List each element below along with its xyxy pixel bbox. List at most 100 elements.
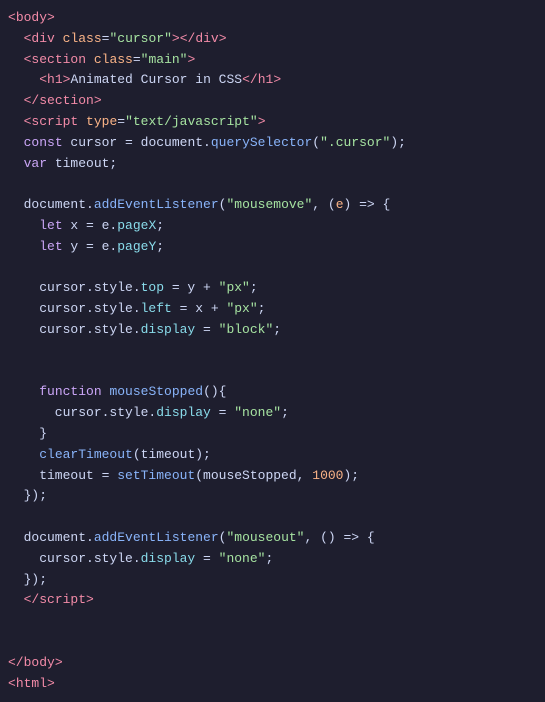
- code-line: </section>: [0, 91, 545, 112]
- code-token: [8, 154, 24, 175]
- code-line: [0, 258, 545, 279]
- code-token: [8, 590, 24, 611]
- code-token: =: [195, 549, 218, 570]
- code-line: [0, 611, 545, 632]
- code-token: h1: [47, 70, 63, 91]
- code-line: function mouseStopped(){: [0, 382, 545, 403]
- code-token: "text/javascript": [125, 112, 258, 133]
- code-token: cursor.style.: [8, 278, 141, 299]
- code-token: html: [16, 674, 47, 695]
- code-token: ;: [265, 549, 273, 570]
- code-token: cursor.style.: [8, 299, 141, 320]
- code-line: cursor.style.display = "none";: [0, 403, 545, 424]
- code-token: [8, 133, 24, 154]
- code-token: "block": [219, 320, 274, 341]
- code-line: const cursor = document.querySelector(".…: [0, 133, 545, 154]
- code-token: [8, 91, 24, 112]
- code-token: ;: [156, 216, 164, 237]
- code-line: <section class="main">: [0, 50, 545, 71]
- code-token: [8, 50, 24, 71]
- code-token: section: [31, 50, 86, 71]
- code-token: timeout;: [47, 154, 117, 175]
- code-token: >: [94, 91, 102, 112]
- code-token: <: [24, 29, 32, 50]
- code-token: body: [24, 653, 55, 674]
- code-token: >: [63, 70, 71, 91]
- code-line: cursor.style.left = x + "px";: [0, 299, 545, 320]
- code-token: querySelector: [211, 133, 312, 154]
- code-token: ;: [156, 237, 164, 258]
- code-token: ;: [273, 320, 281, 341]
- code-token: "none": [234, 403, 281, 424]
- code-token: class: [63, 29, 102, 50]
- code-token: =: [117, 112, 125, 133]
- code-line: let x = e.pageX;: [0, 216, 545, 237]
- code-token: "main": [141, 50, 188, 71]
- code-token: pageY: [117, 237, 156, 258]
- code-line: <h1>Animated Cursor in CSS</h1>: [0, 70, 545, 91]
- code-token: "none": [219, 549, 266, 570]
- code-editor: <body> <div class="cursor"></div> <secti…: [0, 0, 545, 702]
- code-token: timeout =: [8, 466, 117, 487]
- code-token: cursor = document.: [63, 133, 211, 154]
- code-token: h1: [258, 70, 274, 91]
- code-token: <: [8, 674, 16, 695]
- code-token: </: [8, 653, 24, 674]
- code-token: (: [219, 528, 227, 549]
- code-token: >: [273, 70, 281, 91]
- code-line: });: [0, 486, 545, 507]
- code-token: x = e.: [63, 216, 118, 237]
- code-token: =: [102, 29, 110, 50]
- code-token: =: [133, 50, 141, 71]
- code-token: let: [39, 237, 62, 258]
- code-token: function: [39, 382, 101, 403]
- code-token: =: [195, 320, 218, 341]
- code-token: ;: [281, 403, 289, 424]
- code-token: , (: [312, 195, 335, 216]
- code-token: ;: [250, 278, 258, 299]
- code-token: "mouseout": [226, 528, 304, 549]
- code-token: [78, 112, 86, 133]
- code-token: (: [312, 133, 320, 154]
- code-token: = x +: [172, 299, 227, 320]
- code-line: </script>: [0, 590, 545, 611]
- code-token: );: [343, 466, 359, 487]
- code-line: [0, 362, 545, 383]
- code-token: "mousemove": [226, 195, 312, 216]
- code-token: script: [39, 590, 86, 611]
- code-token: [102, 382, 110, 403]
- code-token: ;: [258, 299, 266, 320]
- code-token: <: [24, 112, 32, 133]
- code-token: "cursor": [109, 29, 171, 50]
- code-token: </: [24, 91, 40, 112]
- code-token: document.: [8, 528, 94, 549]
- code-line: cursor.style.display = "none";: [0, 549, 545, 570]
- code-token: (mouseStopped,: [195, 466, 312, 487]
- code-token: });: [8, 570, 47, 591]
- code-token: (){: [203, 382, 226, 403]
- code-line: cursor.style.top = y + "px";: [0, 278, 545, 299]
- code-line: <body>: [0, 8, 545, 29]
- code-token: =: [211, 403, 234, 424]
- code-line: document.addEventListener("mousemove", (…: [0, 195, 545, 216]
- code-token: });: [8, 486, 47, 507]
- code-token: (: [219, 195, 227, 216]
- code-token: section: [39, 91, 94, 112]
- code-token: cursor.style.: [8, 403, 156, 424]
- code-token: [8, 237, 39, 258]
- code-line: cursor.style.display = "block";: [0, 320, 545, 341]
- code-token: >: [172, 29, 180, 50]
- code-token: [8, 382, 39, 403]
- code-token: const: [24, 133, 63, 154]
- code-token: addEventListener: [94, 195, 219, 216]
- code-token: [8, 29, 24, 50]
- code-token: </: [180, 29, 196, 50]
- code-token: body: [16, 8, 47, 29]
- code-line: <script type="text/javascript">: [0, 112, 545, 133]
- code-token: e: [336, 195, 344, 216]
- code-line: [0, 174, 545, 195]
- code-token: >: [47, 8, 55, 29]
- code-token: >: [55, 653, 63, 674]
- code-token: <: [24, 50, 32, 71]
- code-token: [8, 216, 39, 237]
